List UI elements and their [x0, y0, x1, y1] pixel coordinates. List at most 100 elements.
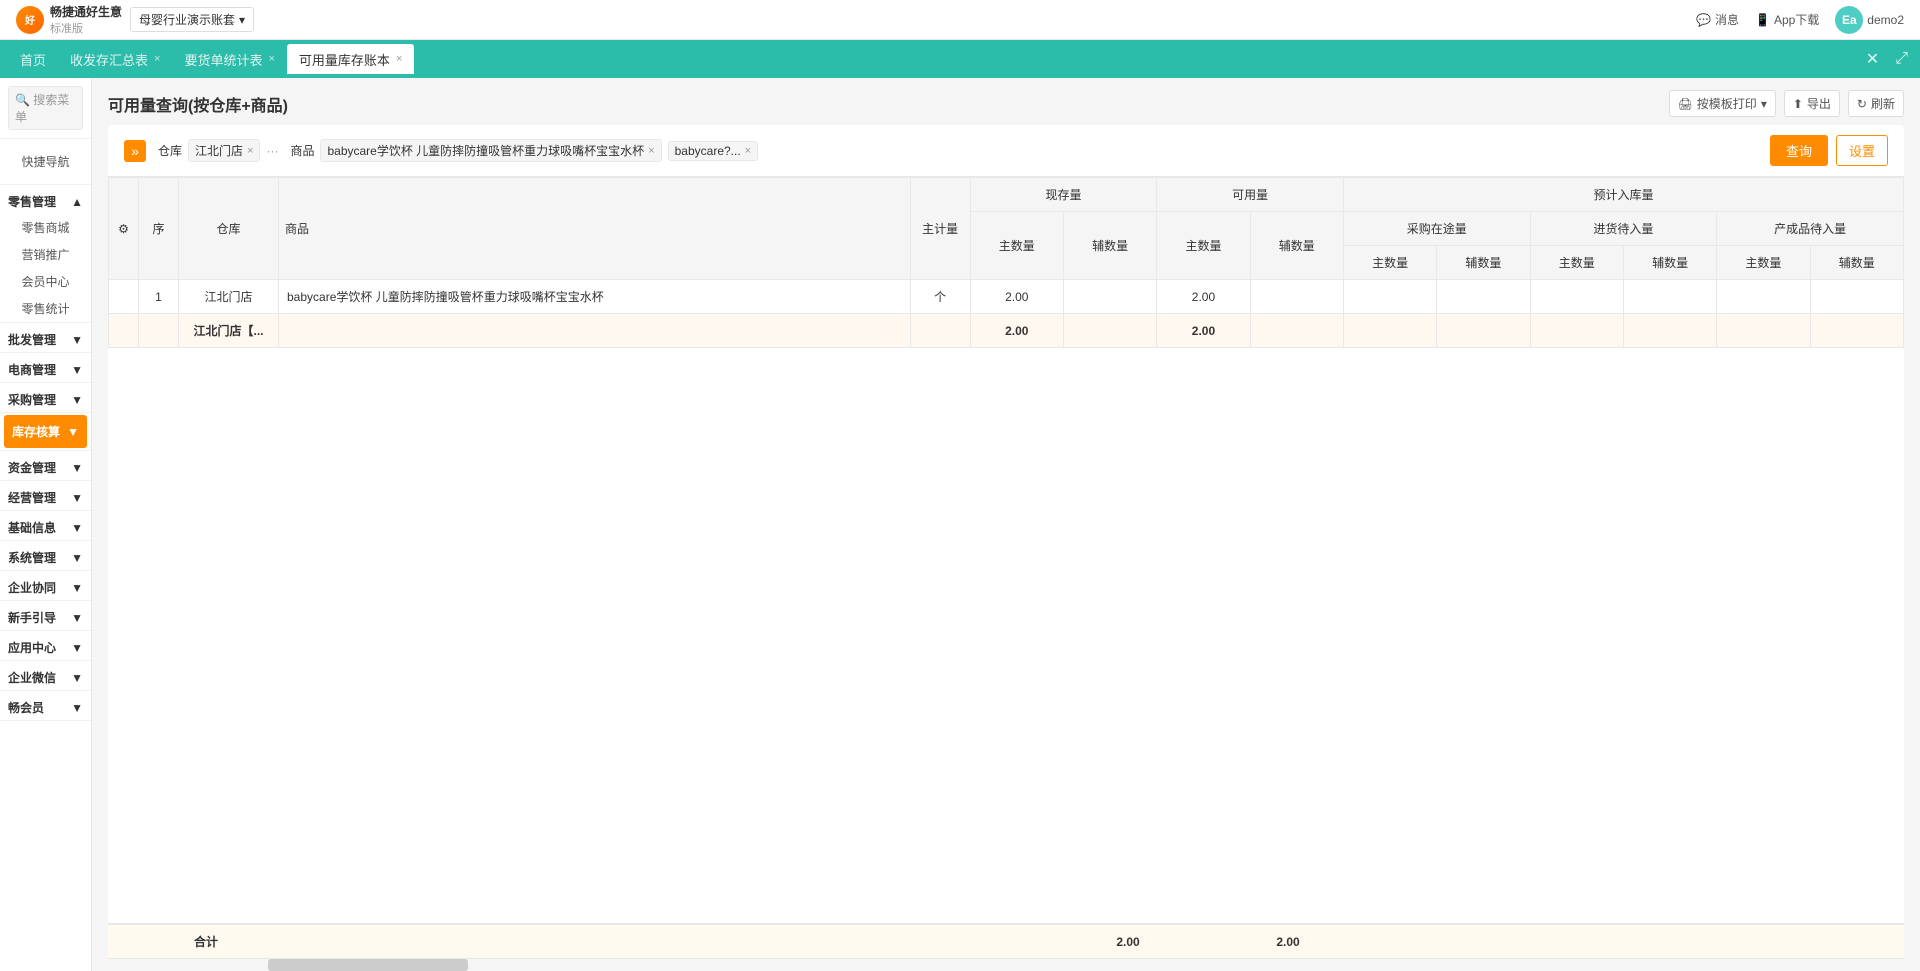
sidebar-nav: 快捷导航: [0, 139, 91, 185]
sidebar-item-retail-stats[interactable]: 零售统计: [0, 295, 91, 322]
tab-expand-button[interactable]: ⤢: [1891, 46, 1912, 72]
message-label: 消息: [1715, 11, 1739, 28]
account-selector[interactable]: 母婴行业演示账套 ▾: [130, 7, 254, 32]
filter-action-buttons: 查询 设置: [1770, 135, 1888, 166]
inventory-group-arrow: ▼: [67, 425, 79, 439]
export-button[interactable]: ⬆ 导出: [1784, 90, 1840, 117]
sidebar-group-purchase-header[interactable]: 采购管理 ▼: [0, 383, 91, 412]
tab-home[interactable]: 首页: [8, 44, 58, 74]
sidebar-group-wechat-header[interactable]: 企业微信 ▼: [0, 661, 91, 690]
product-tag1[interactable]: babycare学饮杯 儿童防摔防撞吸管杯重力球吸嘴杯宝宝水杯 ×: [320, 139, 661, 162]
th-prod-aux: 辅数量: [1810, 246, 1903, 280]
filter-bar: » 仓库 江北门店 × ··· 商品 babycare学饮杯 儿童防摔防撞吸管杯…: [108, 125, 1904, 177]
table-footer: 合计 2.00 2.00: [108, 923, 1904, 959]
sidebar-group-ecommerce-header[interactable]: 电商管理 ▼: [0, 353, 91, 382]
refresh-button[interactable]: ↻ 刷新: [1848, 90, 1904, 117]
refresh-icon: ↻: [1857, 97, 1867, 111]
message-button[interactable]: 💬 消息: [1696, 11, 1739, 28]
th-no: 序: [139, 178, 179, 280]
sidebar-group-wechat: 企业微信 ▼: [0, 661, 91, 691]
sidebar-group-vip: 畅会员 ▼: [0, 691, 91, 721]
logo-icon: 好: [16, 6, 44, 34]
wechat-group-arrow: ▼: [71, 671, 83, 685]
print-button[interactable]: 🖨 按模板打印 ▾: [1669, 90, 1776, 117]
cell-settings: [109, 280, 139, 314]
subtotal-pp-aux: [1623, 314, 1716, 348]
print-label: 按模板打印: [1697, 95, 1757, 112]
cell-avail-main: 2.00: [1157, 280, 1250, 314]
page-title: 可用量查询(按仓库+商品): [108, 92, 288, 116]
sidebar-group-vip-header[interactable]: 畅会员 ▼: [0, 691, 91, 720]
sidebar-group-inventory-header[interactable]: 库存核算 ▼: [4, 415, 87, 448]
subtotal-pp-main: [1530, 314, 1623, 348]
footer-avail-main: 2.00: [1248, 935, 1328, 949]
sidebar-group-operations-header[interactable]: 经营管理 ▼: [0, 481, 91, 510]
sidebar-group-system-header[interactable]: 系统管理 ▼: [0, 541, 91, 570]
tab-order-stats[interactable]: 要货单统计表 ×: [172, 44, 286, 74]
purchase-group-label: 采购管理: [8, 391, 56, 408]
bottom-scrollbar[interactable]: [108, 959, 1904, 971]
query-label: 查询: [1786, 144, 1812, 159]
sidebar-group-finance-header[interactable]: 资金管理 ▼: [0, 451, 91, 480]
cell-unit: 个: [910, 280, 970, 314]
sidebar-group-collab-header[interactable]: 企业协同 ▼: [0, 571, 91, 600]
cell-prod-aux: [1810, 280, 1903, 314]
th-purchase-pending-group: 进货待入量: [1530, 212, 1717, 246]
subtotal-avail-main: 2.00: [1157, 314, 1250, 348]
subtotal-settings: [109, 314, 139, 348]
vip-group-label: 畅会员: [8, 699, 44, 716]
filter-expand-button[interactable]: »: [124, 140, 146, 162]
sidebar-group-newbie-header[interactable]: 新手引导 ▼: [0, 601, 91, 630]
user-area[interactable]: Ea demo2: [1835, 6, 1904, 34]
th-avail-main: 主数量: [1157, 212, 1250, 280]
warehouse-tag[interactable]: 江北门店 ×: [188, 139, 260, 162]
newbie-group-label: 新手引导: [8, 609, 56, 626]
sidebar-group-basics-header[interactable]: 基础信息 ▼: [0, 511, 91, 540]
footer-stock-main: 2.00: [1088, 935, 1168, 949]
warehouse-tag-close[interactable]: ×: [247, 145, 253, 157]
warehouse-label: 仓库: [158, 142, 182, 159]
product-tag1-close[interactable]: ×: [648, 145, 654, 157]
page-header: 可用量查询(按仓库+商品) 🖨 按模板打印 ▾ ⬆ 导出 ↻ 刷新: [92, 78, 1920, 125]
download-icon: 📱: [1755, 13, 1770, 27]
tab-available-ledger-close[interactable]: ×: [396, 53, 402, 65]
username: demo2: [1867, 13, 1904, 27]
product-tag2[interactable]: babycare?... ×: [668, 141, 758, 161]
sidebar-group-wholesale-header[interactable]: 批发管理 ▼: [0, 323, 91, 352]
subtotal-stock-main: 2.00: [970, 314, 1063, 348]
sidebar-item-marketing[interactable]: 营销推广: [0, 241, 91, 268]
wechat-group-label: 企业微信: [8, 669, 56, 686]
th-warehouse: 仓库: [179, 178, 279, 280]
refresh-label: 刷新: [1871, 95, 1895, 112]
system-group-label: 系统管理: [8, 549, 56, 566]
sidebar-item-members[interactable]: 会员中心: [0, 268, 91, 295]
sidebar-item-retail-mall[interactable]: 零售商城: [0, 214, 91, 241]
app-download-button[interactable]: 📱 App下载: [1755, 11, 1819, 28]
page-actions: 🖨 按模板打印 ▾ ⬆ 导出 ↻ 刷新: [1669, 90, 1904, 117]
tab-order-stats-close[interactable]: ×: [268, 53, 274, 65]
th-product-pending-group: 产成品待入量: [1717, 212, 1904, 246]
basics-group-label: 基础信息: [8, 519, 56, 536]
sidebar-search-area: 🔍 搜索菜单: [0, 78, 91, 139]
setting-button[interactable]: 设置: [1836, 135, 1888, 166]
tab-available-ledger[interactable]: 可用量库存账本 ×: [287, 44, 414, 74]
tab-close-all-button[interactable]: ✕: [1862, 45, 1883, 73]
message-icon: 💬: [1696, 13, 1711, 27]
warehouse-ellipsis[interactable]: ···: [266, 144, 278, 158]
cell-pt-main: [1343, 280, 1436, 314]
query-button[interactable]: 查询: [1770, 135, 1828, 166]
expand-icon: »: [131, 143, 139, 159]
tab-receive-summary-close[interactable]: ×: [154, 53, 160, 65]
sidebar-quicknav-label: 快捷导航: [21, 155, 69, 169]
sidebar-item-quicknav[interactable]: 快捷导航: [0, 147, 91, 176]
product-tag1-value: babycare学饮杯 儿童防摔防撞吸管杯重力球吸嘴杯宝宝水杯: [327, 142, 644, 159]
newbie-group-arrow: ▼: [71, 611, 83, 625]
logo-area: 好 畅捷通好生意 标准版: [16, 3, 122, 36]
sidebar-group-appcenter-header[interactable]: 应用中心 ▼: [0, 631, 91, 660]
sidebar-group-retail-header[interactable]: 零售管理 ▲: [0, 185, 91, 214]
subtotal-pt-main: [1343, 314, 1436, 348]
warehouse-filter: 仓库 江北门店 × ···: [158, 139, 278, 162]
search-menu-button[interactable]: 🔍 搜索菜单: [8, 86, 83, 130]
product-tag2-close[interactable]: ×: [745, 145, 751, 157]
tab-receive-summary[interactable]: 收发存汇总表 ×: [58, 44, 172, 74]
